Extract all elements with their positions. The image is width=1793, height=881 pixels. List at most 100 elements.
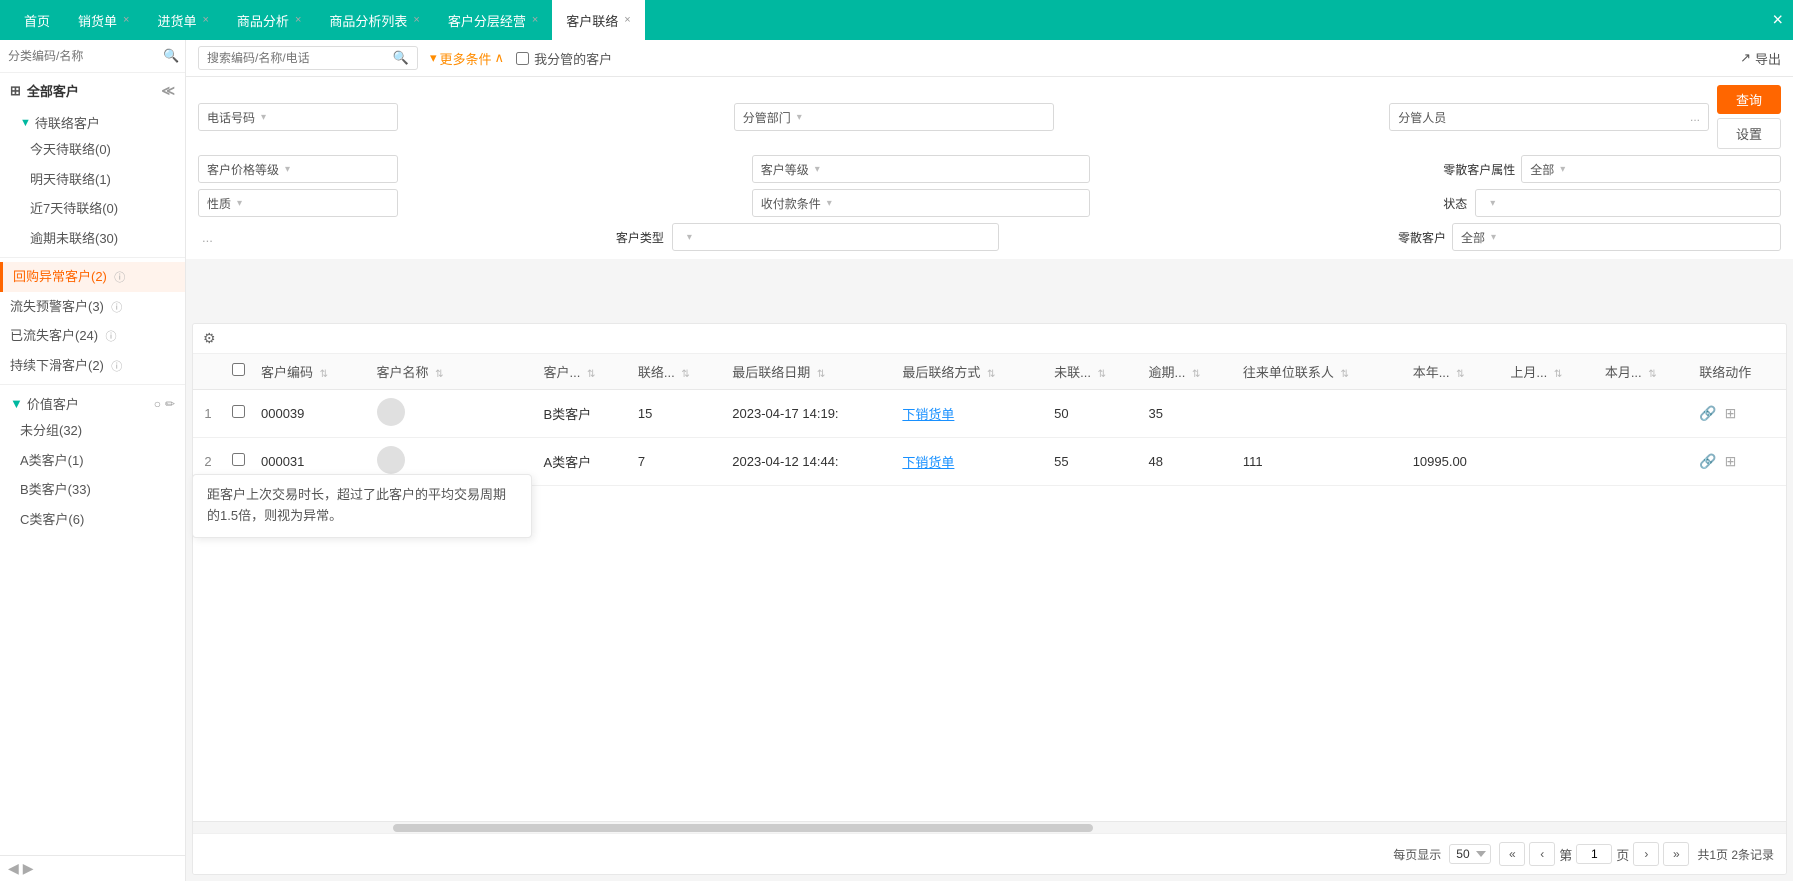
next-page-btn[interactable]: › <box>1633 842 1659 866</box>
sidebar-item-ungroued[interactable]: 未分组(32) <box>0 416 185 446</box>
refresh-icon[interactable]: ○ <box>154 397 161 411</box>
table-toolbar: ⚙ <box>193 324 1786 354</box>
filter-bar-top: 🔍 ▾ 更多条件 ∧ 我分管的客户 ↗ 导出 <box>186 40 1793 77</box>
nav-customer-segmentation[interactable]: 客户分层经营 × <box>434 0 552 40</box>
status-arrow: ▾ <box>1490 198 1495 209</box>
table-settings-icon[interactable]: ⚙ <box>203 330 216 347</box>
col-pending: 未联... ⇅ <box>1046 354 1140 390</box>
close-product-analysis-icon[interactable]: × <box>295 14 301 26</box>
customer-level-arrow: ▾ <box>815 164 820 175</box>
row1-contact: 15 <box>630 389 724 437</box>
customer-type-arrow: ▾ <box>687 232 692 243</box>
customer-type-field[interactable]: ▾ <box>672 223 999 251</box>
row1-customer-type: B类客户 <box>535 389 629 437</box>
search-input[interactable] <box>207 51 393 65</box>
col-this-month: 本月... ⇅ <box>1597 354 1691 390</box>
sidebar-item-today-pending[interactable]: 今天待联络(0) <box>0 135 185 165</box>
table-row: 1 000039 B类客户 15 2023-04-17 14:19: <box>193 389 1786 437</box>
top-navigation: 首页 销货单 × 进货单 × 商品分析 × 商品分析列表 × 客户分层经营 × … <box>0 0 1793 40</box>
sidebar-item-b-class[interactable]: B类客户(33) <box>0 475 185 505</box>
pending-arrow-icon: ▼ <box>20 117 31 129</box>
row1-pending: 50 <box>1046 389 1140 437</box>
my-customers-checkbox-area[interactable]: 我分管的客户 <box>516 49 612 68</box>
table-scroll-area[interactable]: 客户编码 ⇅ 客户名称 ⇅ 客户... ⇅ <box>193 354 1786 821</box>
nav-product-analysis[interactable]: 商品分析 × <box>223 0 315 40</box>
search-bar[interactable]: 🔍 <box>198 46 418 70</box>
sidebar-collapse-btn[interactable]: ≪ <box>161 83 175 99</box>
sidebar-item-overdue-contact[interactable]: 逾期未联络(30) <box>0 224 185 254</box>
row2-last-contact-method[interactable]: 下销货单 <box>894 437 1046 485</box>
retail-customer-field[interactable]: 全部 ▾ <box>1452 223 1781 251</box>
filter-more-dots[interactable]: ... <box>198 230 217 245</box>
col-customer-code: 客户编码 ⇅ <box>253 354 369 390</box>
sidebar-item-7days-pending[interactable]: 近7天待联络(0) <box>0 194 185 224</box>
all-customers-title: ⊞ 全部客户 ≪ <box>0 73 185 108</box>
my-customers-checkbox[interactable] <box>516 52 529 65</box>
page-num-input-area: 第 页 <box>1559 844 1629 864</box>
row1-checkbox-cell[interactable] <box>223 389 253 437</box>
row1-checkbox[interactable] <box>232 405 245 418</box>
col-company-contact: 往来单位联系人 ⇅ <box>1235 354 1405 390</box>
sidebar-item-lost-warning[interactable]: 流失预警客户(3) ⓘ <box>0 292 185 322</box>
sidebar-item-repurchase-abnormal[interactable]: 回购异常客户(2) ⓘ <box>0 262 185 292</box>
retail-attr-field[interactable]: 全部 ▾ <box>1521 155 1781 183</box>
window-close-button[interactable]: × <box>1772 10 1783 31</box>
customer-level-field[interactable]: 客户等级 ▾ <box>752 155 1090 183</box>
status-field[interactable]: ▾ <box>1475 189 1781 217</box>
payment-field[interactable]: 收付款条件 ▾ <box>752 189 1090 217</box>
col-last-contact-method: 最后联络方式 ⇅ <box>894 354 1046 390</box>
edit-icon[interactable]: ✏ <box>165 397 175 411</box>
main-layout: 🔍 ⊞ 全部客户 ≪ ▼ 待联络客户 今天待联络(0) 明天待联络(1) 近7天… <box>0 40 1793 881</box>
close-contact-icon[interactable]: × <box>624 14 630 26</box>
nav-home[interactable]: 首页 <box>10 0 64 40</box>
per-page-select[interactable]: 50 <box>1449 844 1491 864</box>
page-number-input[interactable] <box>1576 844 1612 864</box>
filter-icon: ▾ <box>430 50 437 66</box>
phone-field[interactable]: 电话号码 ▾ <box>198 103 398 131</box>
horizontal-scrollbar[interactable] <box>193 821 1786 833</box>
sidebar-item-declining[interactable]: 持续下滑客户(2) ⓘ <box>0 351 185 381</box>
row2-link-icon[interactable]: 🔗 <box>1699 453 1716 470</box>
first-page-btn[interactable]: « <box>1499 842 1525 866</box>
close-purchase-icon[interactable]: × <box>202 14 208 26</box>
table-header: 客户编码 ⇅ 客户名称 ⇅ 客户... ⇅ <box>193 354 1786 390</box>
nav-purchase-order[interactable]: 进货单 × <box>143 0 222 40</box>
sidebar-search-input[interactable] <box>8 49 163 63</box>
row1-last-contact-method[interactable]: 下销货单 <box>894 389 1046 437</box>
row2-action-icons: 🔗 ⊞ <box>1699 453 1778 470</box>
sidebar-item-tomorrow-pending[interactable]: 明天待联络(1) <box>0 165 185 195</box>
export-button[interactable]: ↗ 导出 <box>1740 49 1781 68</box>
row2-checkbox[interactable] <box>232 453 245 466</box>
row1-grid-icon[interactable]: ⊞ <box>1725 405 1737 422</box>
sidebar-item-already-lost[interactable]: 已流失客户(24) ⓘ <box>0 321 185 351</box>
col-customer-type: 客户... ⇅ <box>535 354 629 390</box>
query-button[interactable]: 查询 <box>1717 85 1781 114</box>
sidebar-prev-arrow[interactable]: ◀ <box>8 860 19 877</box>
select-all-checkbox[interactable] <box>232 363 245 376</box>
close-product-list-icon[interactable]: × <box>413 14 419 26</box>
prev-page-btn[interactable]: ‹ <box>1529 842 1555 866</box>
nav-customer-contact[interactable]: 客户联络 × <box>552 0 644 40</box>
sidebar-item-a-class[interactable]: A类客户(1) <box>0 446 185 476</box>
scrollbar-thumb[interactable] <box>393 824 1093 832</box>
value-arrow-icon: ▼ <box>10 396 23 411</box>
sidebar-search-bar[interactable]: 🔍 <box>0 40 185 73</box>
sidebar-item-c-class[interactable]: C类客户(6) <box>0 505 185 535</box>
nav-product-analysis-list[interactable]: 商品分析列表 × <box>315 0 433 40</box>
last-page-btn[interactable]: » <box>1663 842 1689 866</box>
row2-grid-icon[interactable]: ⊞ <box>1725 453 1737 470</box>
content-area: 🔍 ▾ 更多条件 ∧ 我分管的客户 ↗ 导出 电话号码 <box>186 40 1793 881</box>
row2-avatar <box>377 446 405 474</box>
more-conditions-btn[interactable]: ▾ 更多条件 ∧ <box>430 49 504 68</box>
dept-field[interactable]: 分管部门 ▾ <box>734 103 1054 131</box>
row1-link-icon[interactable]: 🔗 <box>1699 405 1716 422</box>
manager-field[interactable]: 分管人员 ... <box>1389 103 1709 131</box>
close-sales-order-icon[interactable]: × <box>123 14 129 26</box>
sort-method-icon: ⇅ <box>987 369 995 380</box>
gender-field[interactable]: 性质 ▾ <box>198 189 398 217</box>
close-segmentation-icon[interactable]: × <box>532 14 538 26</box>
nav-sales-order[interactable]: 销货单 × <box>64 0 143 40</box>
sidebar-next-arrow[interactable]: ▶ <box>23 860 34 877</box>
price-level-field[interactable]: 客户价格等级 ▾ <box>198 155 398 183</box>
set-button[interactable]: 设置 <box>1717 118 1781 149</box>
